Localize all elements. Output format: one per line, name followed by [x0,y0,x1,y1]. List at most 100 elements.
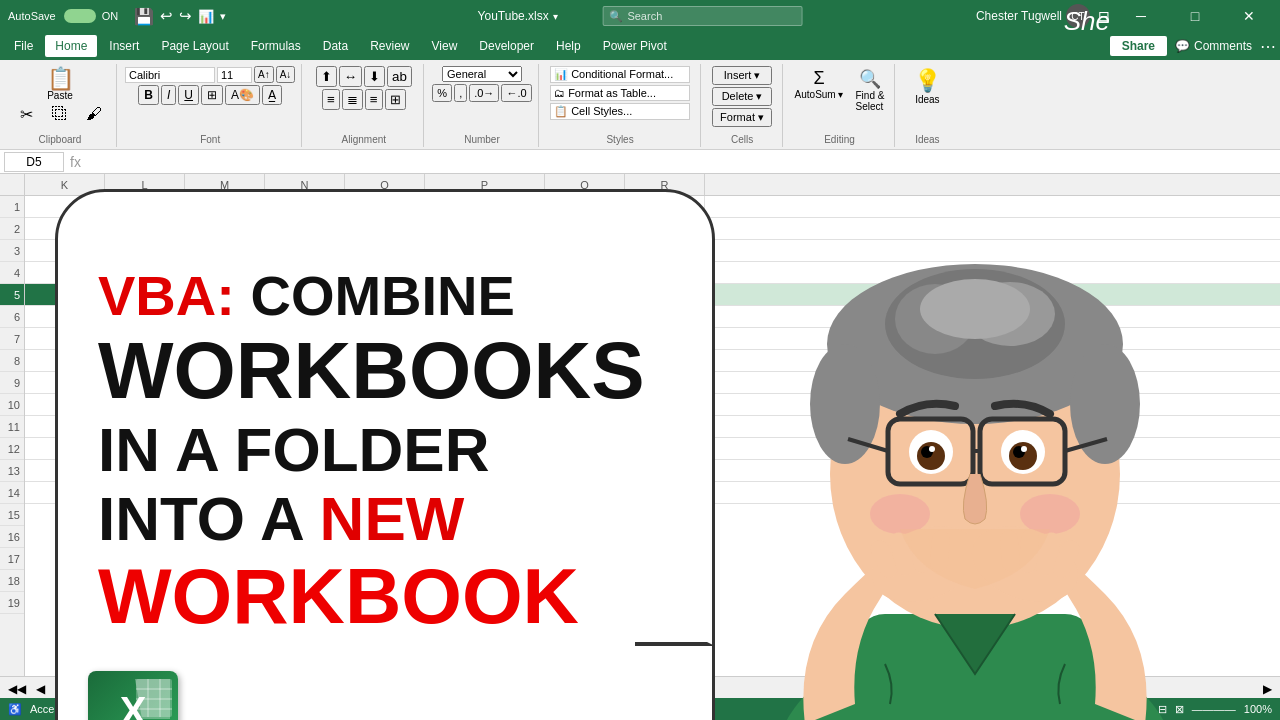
cell[interactable] [425,284,545,305]
cell[interactable] [105,416,185,437]
sheet-nav-next[interactable]: ▶ [51,680,68,698]
cell[interactable] [545,416,625,437]
cell[interactable] [105,372,185,393]
cell[interactable] [425,218,545,239]
cell[interactable] [265,196,345,217]
cell[interactable] [105,306,185,327]
autosave-toggle[interactable] [64,9,96,23]
cell[interactable] [185,372,265,393]
cell[interactable] [25,394,105,415]
cell[interactable] [345,218,425,239]
view-break-icon[interactable]: ⊠ [1175,703,1184,716]
cell[interactable] [345,284,425,305]
close-button[interactable]: ✕ [1226,0,1272,32]
align-right-button[interactable]: ≡ [365,89,383,110]
format-as-table-button[interactable]: 🗂 Format as Table... [550,85,690,101]
underline-button[interactable]: U [178,85,199,105]
cell[interactable] [545,218,625,239]
cell[interactable] [545,196,625,217]
menu-view[interactable]: View [422,35,468,57]
zoom-slider[interactable]: ———— [1192,703,1236,715]
cell[interactable] [625,394,705,415]
cell[interactable] [545,240,625,261]
menu-formulas[interactable]: Formulas [241,35,311,57]
cell[interactable] [25,218,105,239]
format-painter-button[interactable]: 🖌 [78,103,110,126]
cut-button[interactable]: ✂ [10,103,42,126]
view-layout-icon[interactable]: ⊟ [1158,703,1167,716]
ideas-button[interactable]: 💡 Ideas [910,66,945,107]
cell[interactable] [265,306,345,327]
formula-input[interactable] [87,155,1276,169]
cell[interactable] [185,284,265,305]
redo-icon[interactable]: ↪ [179,7,192,25]
cell[interactable] [185,240,265,261]
cell[interactable] [265,394,345,415]
cell[interactable] [265,482,345,503]
decrease-decimal-button[interactable]: ←.0 [501,84,531,102]
cell[interactable] [25,240,105,261]
cell[interactable] [185,262,265,283]
cell[interactable] [25,306,105,327]
paste-button[interactable]: 📋 Paste [43,66,78,103]
cell[interactable] [345,262,425,283]
cell[interactable] [545,460,625,481]
cell[interactable] [625,284,705,305]
cell[interactable] [625,482,705,503]
menu-developer[interactable]: Developer [469,35,544,57]
border-button[interactable]: ⊞ [201,85,223,105]
cell[interactable] [425,350,545,371]
cell[interactable] [185,482,265,503]
cell[interactable] [265,262,345,283]
cell[interactable] [425,394,545,415]
cell[interactable] [345,328,425,349]
bold-button[interactable]: B [138,85,159,105]
cell[interactable] [345,438,425,459]
cell[interactable] [265,350,345,371]
cell[interactable] [545,394,625,415]
number-format-select[interactable]: General [442,66,522,82]
cell[interactable] [105,460,185,481]
cell[interactable] [425,438,545,459]
cell[interactable] [625,438,705,459]
cell[interactable] [105,284,185,305]
cell[interactable] [345,460,425,481]
cell[interactable] [265,416,345,437]
conditional-format-button[interactable]: 📊 Conditional Format... [550,66,690,83]
cell[interactable] [345,394,425,415]
cell[interactable] [185,350,265,371]
decrease-font-button[interactable]: A↓ [276,66,296,83]
cell[interactable] [425,306,545,327]
delete-cells-button[interactable]: Delete ▾ [712,87,772,106]
fill-color-button[interactable]: A🎨 [225,85,260,105]
cell[interactable] [25,416,105,437]
italic-button[interactable]: I [161,85,176,105]
cell[interactable] [545,438,625,459]
cell[interactable] [625,196,705,217]
font-size-input[interactable] [217,67,252,83]
cell[interactable] [265,218,345,239]
cell[interactable] [425,262,545,283]
increase-decimal-button[interactable]: .0→ [469,84,499,102]
align-bottom-button[interactable]: ⬇ [364,66,385,87]
menu-help[interactable]: Help [546,35,591,57]
menu-home[interactable]: Home [45,35,97,57]
cell[interactable] [545,284,625,305]
scroll-right-icon[interactable]: ▶ [1259,680,1276,698]
percent-button[interactable]: % [432,84,452,102]
cell[interactable] [25,460,105,481]
cell[interactable] [345,306,425,327]
cell[interactable] [425,460,545,481]
dropdown-small-icon[interactable]: ▾ [553,11,558,22]
align-top-button[interactable]: ⬆ [316,66,337,87]
cell[interactable] [185,394,265,415]
cell[interactable] [545,328,625,349]
cell[interactable] [105,218,185,239]
cell[interactable] [545,482,625,503]
sheet-nav-prev[interactable]: ◀ [32,680,49,698]
cell[interactable] [425,328,545,349]
comma-button[interactable]: , [454,84,467,102]
comments-button[interactable]: 💬 Comments [1175,39,1252,53]
cell[interactable] [25,438,105,459]
cell[interactable] [105,482,185,503]
